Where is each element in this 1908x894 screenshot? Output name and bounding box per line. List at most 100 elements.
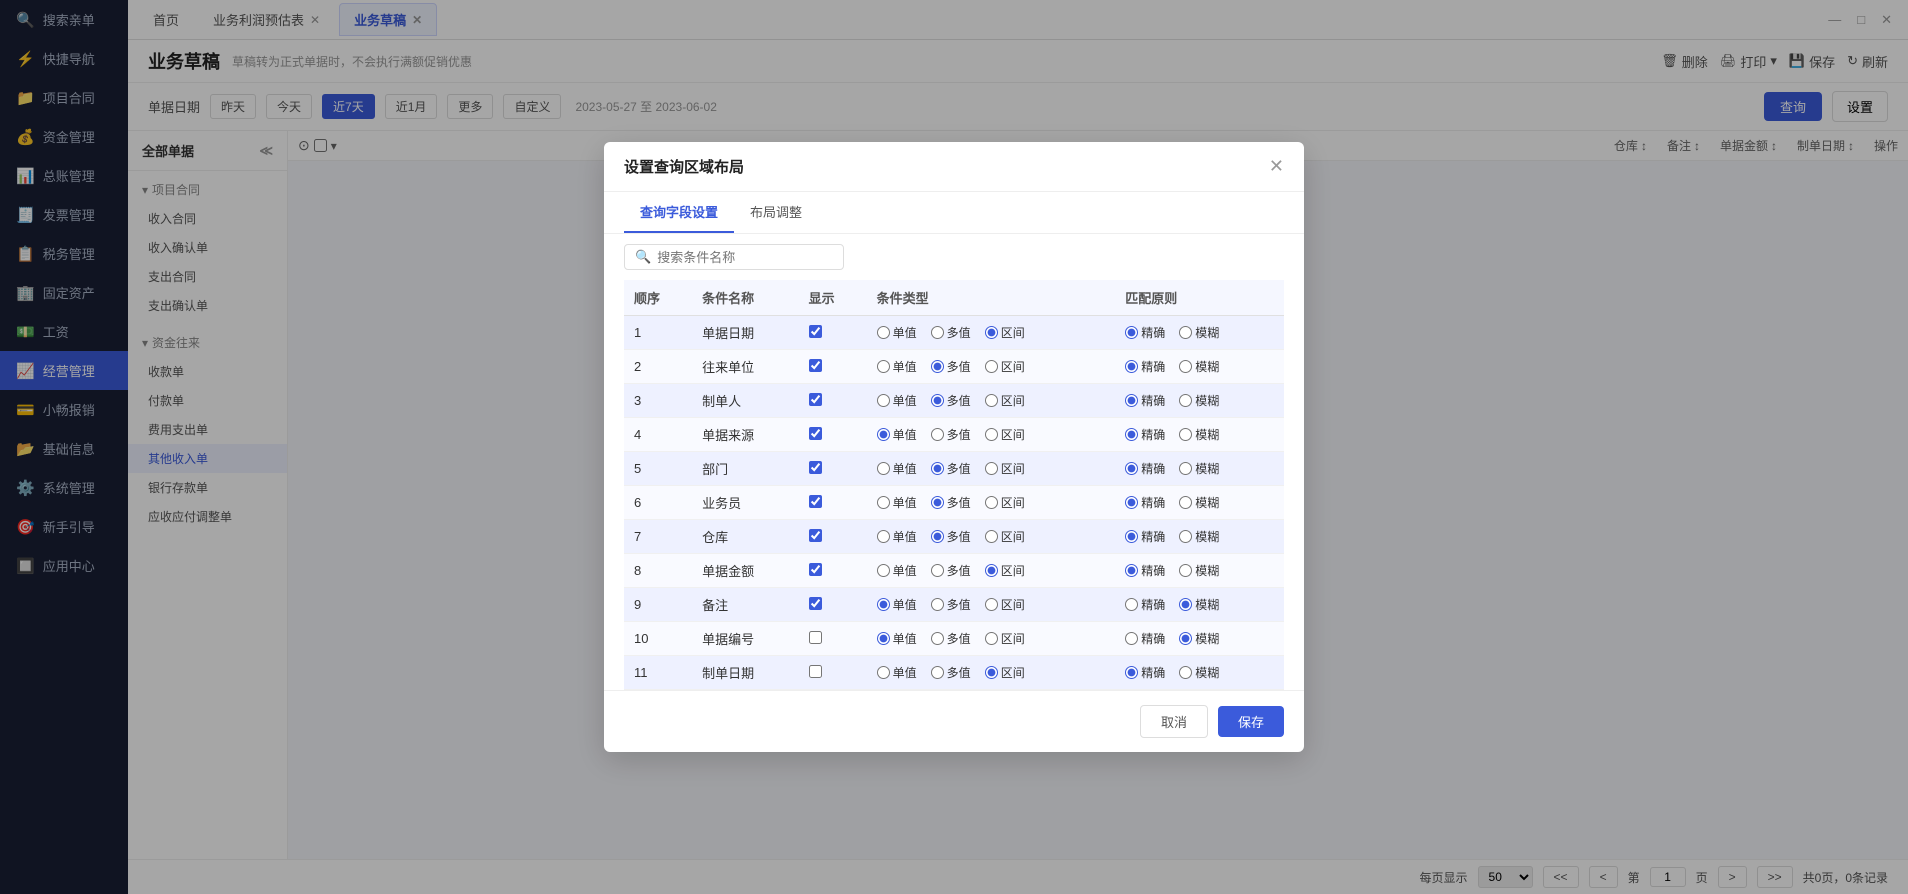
show-checkbox[interactable] bbox=[809, 631, 822, 644]
type-radio-item[interactable]: 区间 bbox=[985, 664, 1025, 681]
modal-close-button[interactable]: ✕ bbox=[1269, 156, 1284, 177]
type-radio-item[interactable]: 单值 bbox=[877, 596, 917, 613]
type-radio-item[interactable]: 单值 bbox=[877, 494, 917, 511]
type-radio-item[interactable]: 单值 bbox=[877, 460, 917, 477]
type-radio-item[interactable]: 单值 bbox=[877, 392, 917, 409]
table-row: 8单据金额单值多值区间精确模糊 bbox=[624, 554, 1284, 588]
type-radio-item[interactable]: 多值 bbox=[931, 596, 971, 613]
match-radio-item[interactable]: 精确 bbox=[1125, 460, 1165, 477]
type-radio-item[interactable]: 区间 bbox=[985, 630, 1025, 647]
cell-show bbox=[799, 554, 867, 588]
modal-save-button[interactable]: 保存 bbox=[1218, 706, 1284, 737]
match-radio-item[interactable]: 精确 bbox=[1125, 528, 1165, 545]
match-radio-item[interactable]: 模糊 bbox=[1179, 630, 1219, 647]
match-radio-item[interactable]: 精确 bbox=[1125, 562, 1165, 579]
match-radio-item[interactable]: 精确 bbox=[1125, 392, 1165, 409]
cell-match: 精确模糊 bbox=[1115, 622, 1284, 656]
type-radio-item[interactable]: 多值 bbox=[931, 494, 971, 511]
modal-overlay: 设置查询区域布局 ✕ 查询字段设置 布局调整 🔍 顺序 条件名称 显示 bbox=[0, 0, 1908, 894]
modal-search-area: 🔍 bbox=[604, 234, 1304, 280]
show-checkbox[interactable] bbox=[809, 495, 822, 508]
show-checkbox[interactable] bbox=[809, 393, 822, 406]
show-checkbox[interactable] bbox=[809, 529, 822, 542]
show-checkbox[interactable] bbox=[809, 427, 822, 440]
match-radio-item[interactable]: 模糊 bbox=[1179, 324, 1219, 341]
type-radio-item[interactable]: 区间 bbox=[985, 528, 1025, 545]
match-radio-item[interactable]: 模糊 bbox=[1179, 460, 1219, 477]
table-row: 4单据来源单值多值区间精确模糊 bbox=[624, 418, 1284, 452]
match-radio-item[interactable]: 模糊 bbox=[1179, 562, 1219, 579]
type-radio-item[interactable]: 区间 bbox=[985, 596, 1025, 613]
show-checkbox[interactable] bbox=[809, 597, 822, 610]
cell-show bbox=[799, 384, 867, 418]
type-radio-item[interactable]: 单值 bbox=[877, 426, 917, 443]
match-radio-item[interactable]: 模糊 bbox=[1179, 426, 1219, 443]
cell-order: 5 bbox=[624, 452, 692, 486]
type-radio-item[interactable]: 多值 bbox=[931, 358, 971, 375]
cell-match: 精确模糊 bbox=[1115, 520, 1284, 554]
type-radio-item[interactable]: 区间 bbox=[985, 324, 1025, 341]
cell-order: 1 bbox=[624, 316, 692, 350]
match-radio-item[interactable]: 精确 bbox=[1125, 426, 1165, 443]
type-radio-item[interactable]: 区间 bbox=[985, 426, 1025, 443]
modal-tab-query-fields[interactable]: 查询字段设置 bbox=[624, 192, 734, 233]
type-radio-item[interactable]: 单值 bbox=[877, 562, 917, 579]
type-radio-item[interactable]: 区间 bbox=[985, 494, 1025, 511]
cell-match: 精确模糊 bbox=[1115, 554, 1284, 588]
match-radio-item[interactable]: 精确 bbox=[1125, 596, 1165, 613]
modal-cancel-button[interactable]: 取消 bbox=[1140, 705, 1208, 738]
cell-order: 8 bbox=[624, 554, 692, 588]
type-radio-item[interactable]: 多值 bbox=[931, 630, 971, 647]
match-radio-item[interactable]: 模糊 bbox=[1179, 528, 1219, 545]
match-radio-item[interactable]: 精确 bbox=[1125, 664, 1165, 681]
show-checkbox[interactable] bbox=[809, 563, 822, 576]
type-radio-item[interactable]: 单值 bbox=[877, 358, 917, 375]
type-radio-item[interactable]: 多值 bbox=[931, 324, 971, 341]
show-checkbox[interactable] bbox=[809, 461, 822, 474]
cell-show bbox=[799, 486, 867, 520]
th-match: 匹配原则 bbox=[1115, 280, 1284, 316]
cell-type: 单值多值区间 bbox=[867, 452, 1116, 486]
type-radio-item[interactable]: 区间 bbox=[985, 562, 1025, 579]
show-checkbox[interactable] bbox=[809, 665, 822, 678]
cell-show bbox=[799, 588, 867, 622]
match-radio-item[interactable]: 精确 bbox=[1125, 630, 1165, 647]
match-radio-item[interactable]: 精确 bbox=[1125, 324, 1165, 341]
search-input-modal[interactable] bbox=[657, 250, 833, 265]
type-radio-item[interactable]: 多值 bbox=[931, 562, 971, 579]
type-radio-item[interactable]: 单值 bbox=[877, 324, 917, 341]
cell-order: 10 bbox=[624, 622, 692, 656]
type-radio-item[interactable]: 单值 bbox=[877, 528, 917, 545]
cell-order: 3 bbox=[624, 384, 692, 418]
th-type: 条件类型 bbox=[867, 280, 1116, 316]
show-checkbox[interactable] bbox=[809, 359, 822, 372]
type-radio-item[interactable]: 多值 bbox=[931, 664, 971, 681]
modal-footer: 取消 保存 bbox=[604, 690, 1304, 752]
type-radio-item[interactable]: 区间 bbox=[985, 358, 1025, 375]
match-radio-item[interactable]: 模糊 bbox=[1179, 392, 1219, 409]
modal-tab-layout[interactable]: 布局调整 bbox=[734, 192, 818, 233]
cell-match: 精确模糊 bbox=[1115, 656, 1284, 690]
th-order: 顺序 bbox=[624, 280, 692, 316]
type-radio-item[interactable]: 区间 bbox=[985, 460, 1025, 477]
match-radio-item[interactable]: 精确 bbox=[1125, 494, 1165, 511]
type-radio-item[interactable]: 多值 bbox=[931, 460, 971, 477]
type-radio-item[interactable]: 多值 bbox=[931, 528, 971, 545]
table-row: 7仓库单值多值区间精确模糊 bbox=[624, 520, 1284, 554]
type-radio-item[interactable]: 多值 bbox=[931, 426, 971, 443]
cell-name: 备注 bbox=[692, 588, 799, 622]
type-radio-item[interactable]: 区间 bbox=[985, 392, 1025, 409]
match-radio-item[interactable]: 精确 bbox=[1125, 358, 1165, 375]
match-radio-item[interactable]: 模糊 bbox=[1179, 596, 1219, 613]
th-name: 条件名称 bbox=[692, 280, 799, 316]
table-row: 11制单日期单值多值区间精确模糊 bbox=[624, 656, 1284, 690]
match-radio-item[interactable]: 模糊 bbox=[1179, 664, 1219, 681]
match-radio-item[interactable]: 模糊 bbox=[1179, 494, 1219, 511]
modal-table: 顺序 条件名称 显示 条件类型 匹配原则 1单据日期单值多值区间精确模糊2往来单… bbox=[624, 280, 1284, 690]
type-radio-item[interactable]: 多值 bbox=[931, 392, 971, 409]
type-radio-item[interactable]: 单值 bbox=[877, 664, 917, 681]
match-radio-item[interactable]: 模糊 bbox=[1179, 358, 1219, 375]
table-row: 6业务员单值多值区间精确模糊 bbox=[624, 486, 1284, 520]
type-radio-item[interactable]: 单值 bbox=[877, 630, 917, 647]
show-checkbox[interactable] bbox=[809, 325, 822, 338]
